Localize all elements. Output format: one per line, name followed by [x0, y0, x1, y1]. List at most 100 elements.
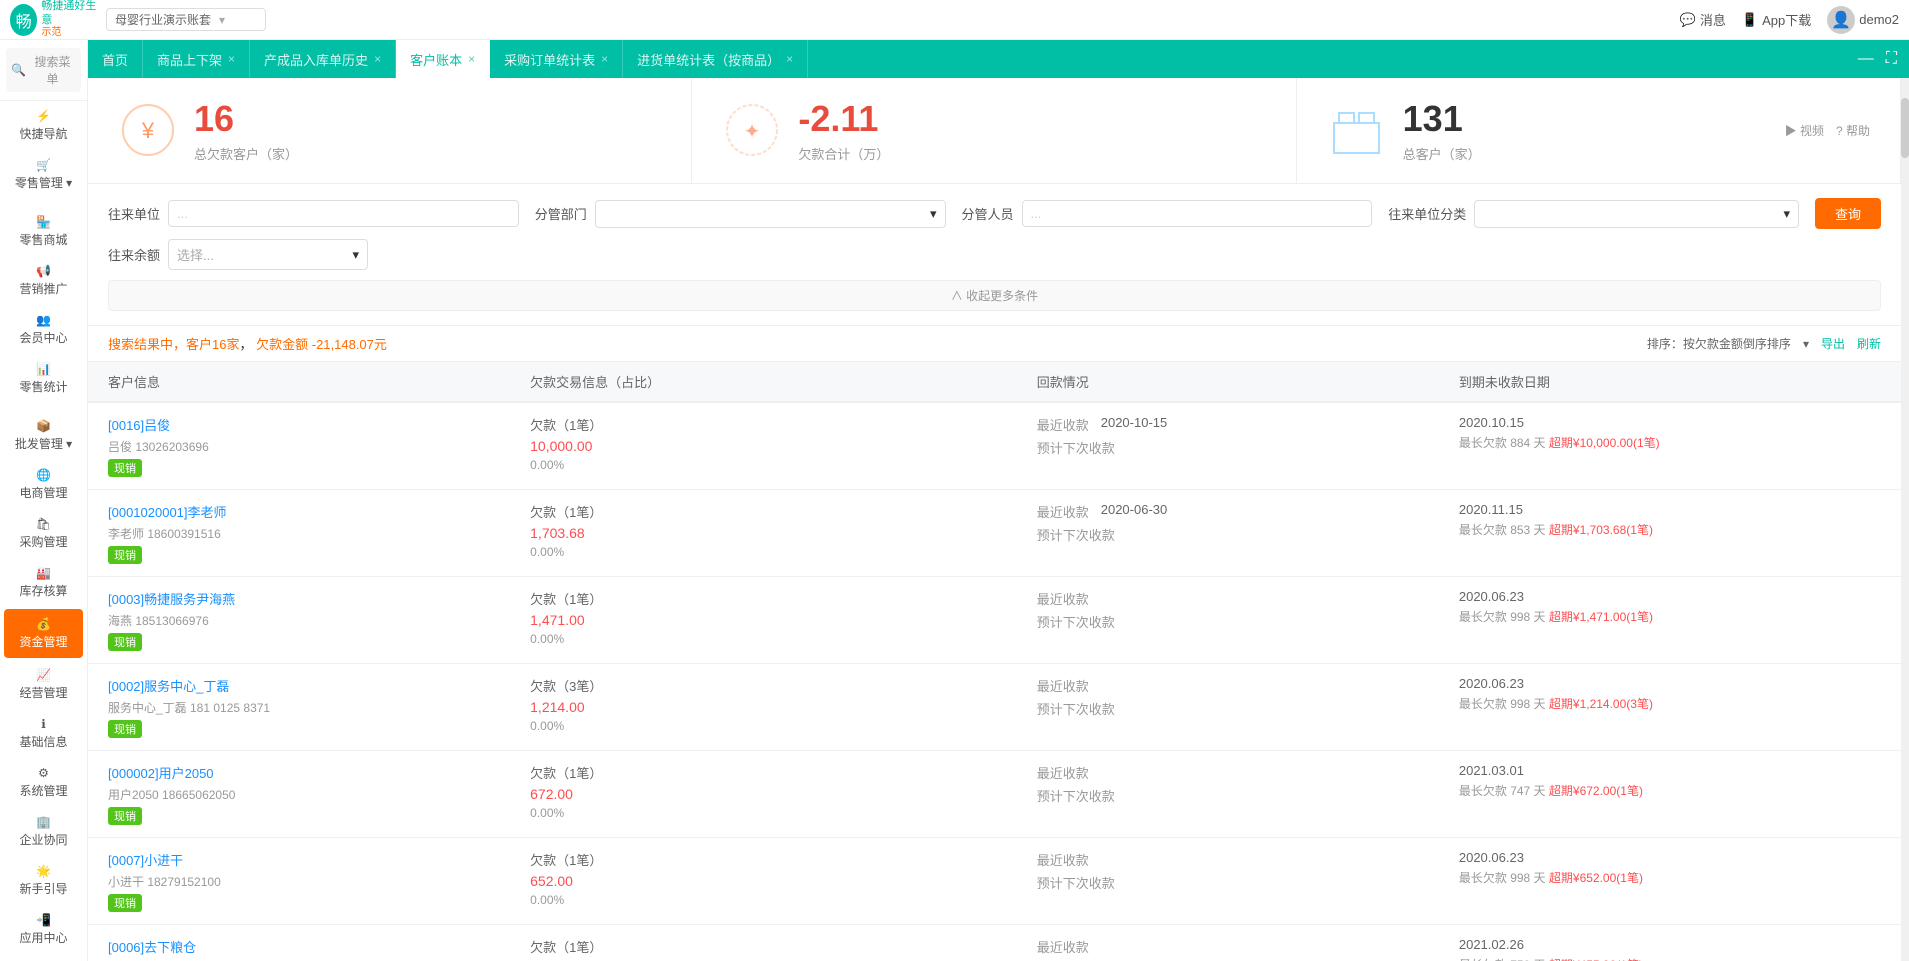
tab-close-customer-account[interactable]: × — [468, 52, 475, 66]
sidebar-item-member-center[interactable]: 👥 会员中心 — [0, 305, 87, 354]
customer-name-4[interactable]: [0002]服务中心_丁磊 — [108, 676, 530, 695]
customer-phone-5: 用户2050 18665062050 — [108, 786, 530, 803]
overdue-link-1[interactable]: 超期¥10,000.00(1笔) — [1549, 436, 1660, 450]
customer-name-6[interactable]: [0007]小进干 — [108, 850, 530, 869]
debt-info-3: 欠款（1笔） 1,471.00 0.00% — [530, 589, 1037, 651]
debt-info-6: 欠款（1笔） 652.00 0.00% — [530, 850, 1037, 912]
customer-info-7: [0006]去下粮仓 陈小希 现销 — [108, 937, 530, 961]
debt-count-1: 欠款（1笔） — [530, 415, 1037, 434]
sidebar-item-ecommerce[interactable]: 🌐 电商管理 — [0, 460, 87, 509]
sidebar-item-quick-nav[interactable]: ⚡ 快捷导航 — [0, 101, 87, 150]
customer-name-2[interactable]: [0001020001]李老师 — [108, 502, 530, 521]
refresh-btn[interactable]: 刷新 — [1857, 335, 1881, 352]
debt-amount-3: 1,471.00 — [530, 612, 1037, 628]
unit-category-select[interactable]: ▾ — [1474, 200, 1799, 228]
sidebar-item-system[interactable]: ⚙ 系统管理 — [0, 758, 87, 807]
overdue-link-3[interactable]: 超期¥1,471.00(1笔) — [1549, 610, 1653, 624]
person-input[interactable]: ... — [1022, 200, 1373, 227]
customer-name-3[interactable]: [0003]畅捷服务尹海燕 — [108, 589, 530, 608]
quick-nav-icon: ⚡ — [6, 109, 81, 123]
customer-tag-1: 现销 — [108, 459, 142, 477]
search-menu-btn[interactable]: 🔍 搜索菜单 — [6, 48, 81, 92]
customer-name-1[interactable]: [0016]吕俊 — [108, 415, 530, 434]
stat-card-total-debt: ✦ -2.11 欠款合计（万） — [692, 78, 1296, 183]
help-btn[interactable]: ? 帮助 — [1836, 122, 1870, 139]
tab-customer-account[interactable]: 客户账本 × — [396, 40, 490, 78]
customer-info-2: [0001020001]李老师 李老师 18600391516 现销 — [108, 502, 530, 564]
sidebar-item-basic-info[interactable]: ℹ 基础信息 — [0, 709, 87, 758]
debt-count-4: 欠款（3笔） — [530, 676, 1037, 695]
sidebar-item-corp-wechat[interactable]: 💬 企业微信 — [0, 954, 87, 961]
filter-bar: 往来单位 ... 分管部门 ▾ — [88, 184, 1901, 326]
sidebar-item-inventory[interactable]: 🏭 库存核算 — [0, 558, 87, 607]
sidebar-item-app-center[interactable]: 📲 应用中心 — [0, 905, 87, 954]
collapse-bar[interactable]: ∧ 收起更多条件 — [108, 280, 1881, 311]
customer-name-7[interactable]: [0006]去下粮仓 — [108, 937, 530, 956]
overdue-link-2[interactable]: 超期¥1,703.68(1笔) — [1549, 523, 1653, 537]
filter-balance: 往来余额 选择... ▾ — [108, 239, 368, 270]
sidebar-item-purchase[interactable]: 🛍 采购管理 — [0, 509, 87, 558]
tab-close-inbound-stats[interactable]: × — [786, 52, 793, 66]
debt-amount-4: 1,214.00 — [530, 699, 1037, 715]
tab-close-purchase-stats[interactable]: × — [601, 52, 608, 66]
message-btn[interactable]: 💬 消息 — [1680, 10, 1726, 29]
tab-close-production-history[interactable]: × — [374, 52, 381, 66]
customer-tag-3: 现销 — [108, 633, 142, 651]
sidebar-item-retail-stats[interactable]: 📊 零售统计 — [0, 354, 87, 403]
tab-close-product-status[interactable]: × — [228, 52, 235, 66]
from-unit-input[interactable]: ... — [168, 200, 519, 227]
table-row: [0006]去下粮仓 陈小希 现销 欠款（1笔） 455.90 0.00% — [88, 925, 1901, 961]
stat-label-overdue-customers: 总欠款客户（家） — [194, 144, 298, 163]
stat-label-total-debt: 欠款合计（万） — [798, 144, 889, 163]
customer-name-5[interactable]: [000002]用户2050 — [108, 763, 530, 782]
unit-category-arrow: ▾ — [1783, 206, 1790, 222]
user-menu[interactable]: 👤 demo2 — [1827, 6, 1899, 34]
balance-arrow: ▾ — [352, 247, 359, 263]
debt-info-4: 欠款（3笔） 1,214.00 0.00% — [530, 676, 1037, 738]
customer-info-6: [0007]小进干 小进干 18279152100 现销 — [108, 850, 530, 912]
overdue-link-4[interactable]: 超期¥1,214.00(3笔) — [1549, 697, 1653, 711]
scrollbar[interactable] — [1901, 78, 1909, 961]
stat-number-total-customers: 131 — [1403, 98, 1481, 140]
dept-select[interactable]: ▾ — [595, 200, 946, 228]
tab-maximize-btn[interactable]: ⛶ — [1882, 48, 1901, 70]
sidebar-item-batch-mgmt[interactable]: 📦 批发管理 ▾ — [0, 411, 87, 460]
app-download-btn[interactable]: 📱 App下载 — [1742, 10, 1811, 29]
stat-card-actions: ▶ 视频 ? 帮助 — [1785, 122, 1870, 139]
sort-arrow-icon[interactable]: ▾ — [1803, 337, 1809, 351]
due-info-2: 2020.11.15 最长欠款 853 天 超期¥1,703.68(1笔) — [1459, 502, 1881, 564]
tab-home[interactable]: 首页 — [88, 40, 143, 78]
stat-info-2: -2.11 欠款合计（万） — [798, 98, 889, 163]
overdue-link-6[interactable]: 超期¥652.00(1笔) — [1549, 871, 1643, 885]
sidebar-item-retail-mgmt[interactable]: 🛒 零售管理 ▾ — [0, 150, 87, 199]
sidebar-item-marketing[interactable]: 📢 营销推广 — [0, 256, 87, 305]
enterprise-icon: 🏢 — [6, 815, 81, 829]
query-button[interactable]: 查询 — [1815, 198, 1881, 229]
scrollbar-thumb[interactable] — [1901, 98, 1909, 158]
filter-row-2: 往来余额 选择... ▾ — [108, 239, 1881, 270]
tab-purchase-stats[interactable]: 采购订单统计表 × — [490, 40, 623, 78]
overdue-link-5[interactable]: 超期¥672.00(1笔) — [1549, 784, 1643, 798]
sidebar-item-finance[interactable]: 💰 资金管理 — [4, 609, 83, 658]
search-icon: 🔍 — [11, 63, 26, 77]
table-row: [000002]用户2050 用户2050 18665062050 现销 欠款（… — [88, 751, 1901, 838]
table-header: 客户信息 欠款交易信息（占比） 回款情况 到期未收款日期 — [88, 362, 1901, 403]
tab-inbound-stats[interactable]: 进货单统计表（按商品） × — [623, 40, 808, 78]
balance-select[interactable]: 选择... ▾ — [168, 239, 368, 270]
sidebar-item-retail-mall[interactable]: 🏪 零售商城 — [0, 207, 87, 256]
sidebar-item-newbie[interactable]: 🌟 新手引导 — [0, 856, 87, 905]
filter-unit-category: 往来单位分类 ▾ — [1388, 200, 1799, 228]
video-btn[interactable]: ▶ 视频 — [1785, 122, 1824, 139]
sidebar-item-operation[interactable]: 📈 经营管理 — [0, 660, 87, 709]
tab-production-history[interactable]: 产成品入库单历史 × — [250, 40, 396, 78]
logo-text: 畅捷通好生意 示范 — [41, 0, 98, 38]
stat-info-1: 16 总欠款客户（家） — [194, 98, 298, 163]
debt-amount-1: 10,000.00 — [530, 438, 1037, 454]
tab-minimize-btn[interactable]: — — [1854, 48, 1878, 70]
sidebar-item-enterprise[interactable]: 🏢 企业协同 — [0, 807, 87, 856]
company-selector[interactable]: 母婴行业演示账套 ▾ — [106, 8, 266, 31]
sidebar: 🔍 搜索菜单 ⚡ 快捷导航 🛒 零售管理 ▾ 🏪 零售商城 📢 营销推广 — [0, 40, 88, 961]
logo-icon: 畅 — [10, 4, 37, 36]
export-btn[interactable]: 导出 — [1821, 335, 1845, 352]
tab-product-status[interactable]: 商品上下架 × — [143, 40, 250, 78]
